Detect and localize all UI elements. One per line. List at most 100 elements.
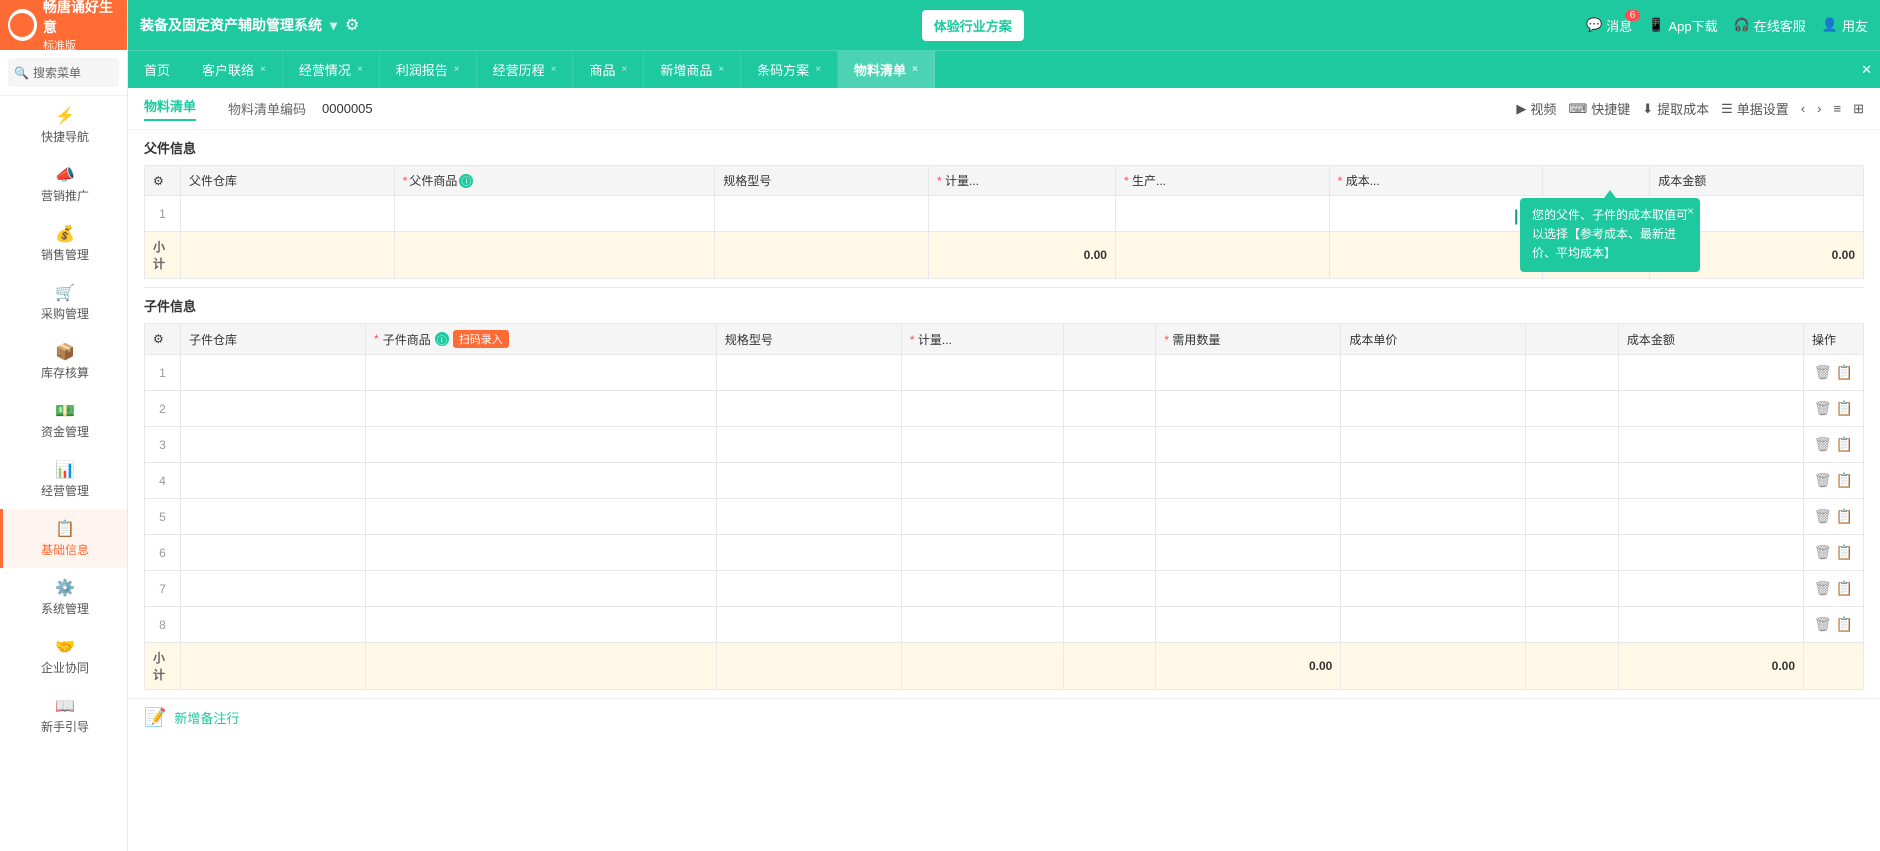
child-spec-cell[interactable] <box>716 607 901 643</box>
child-unit-cost-cell[interactable] <box>1341 463 1526 499</box>
tab-profit[interactable]: 利润报告 × <box>380 51 477 89</box>
child-warehouse-cell[interactable] <box>181 535 366 571</box>
child-warehouse-cell[interactable] <box>181 391 366 427</box>
child-spec-cell[interactable] <box>716 427 901 463</box>
delete-row-button[interactable]: 🗑 <box>1814 616 1832 633</box>
tooltip-close-button[interactable]: × <box>1687 202 1694 221</box>
sidebar-item-guide[interactable]: 📖 新手引导 <box>0 686 127 745</box>
delete-row-button[interactable]: 🗑 <box>1814 580 1832 597</box>
child-unit-cost-cell[interactable] <box>1341 571 1526 607</box>
child-unit-cell[interactable] <box>901 463 1063 499</box>
tab-bom[interactable]: 物料清单 × <box>838 51 935 89</box>
sidebar-item-finance[interactable]: 💵 资金管理 <box>0 391 127 450</box>
delete-row-button[interactable]: 🗑 <box>1814 544 1832 561</box>
sidebar-item-basic-info[interactable]: 📋 基础信息 <box>0 509 127 568</box>
parent-product-cell[interactable] <box>394 196 715 232</box>
delete-row-button[interactable]: 🗑 <box>1814 472 1832 489</box>
nav-prev-button[interactable]: ‹ <box>1801 101 1805 116</box>
child-spec-cell[interactable] <box>716 463 901 499</box>
child-unit-cell[interactable] <box>901 499 1063 535</box>
parent-produce-cell[interactable] <box>1115 196 1329 232</box>
delete-row-button[interactable]: 🗑 <box>1814 508 1832 525</box>
nav-next-button[interactable]: › <box>1817 101 1821 116</box>
child-qty-cell[interactable] <box>1156 607 1341 643</box>
child-unit-cost-cell[interactable] <box>1341 607 1526 643</box>
child-spec-cell[interactable] <box>716 571 901 607</box>
tab-home[interactable]: 首页 <box>128 51 186 89</box>
dropdown-arrow-icon[interactable]: ▾ <box>330 17 337 34</box>
expand-button[interactable]: ⊞ <box>1853 101 1864 117</box>
child-product-cell[interactable] <box>366 571 717 607</box>
child-warehouse-cell[interactable] <box>181 499 366 535</box>
child-unit-cell[interactable] <box>901 535 1063 571</box>
breadcrumb-bom[interactable]: 物料清单 <box>144 96 196 121</box>
child-product-cell[interactable] <box>366 463 717 499</box>
copy-row-button[interactable]: 📋 <box>1836 364 1853 381</box>
close-all-tabs[interactable]: ✕ <box>1853 62 1880 78</box>
sidebar-item-enterprise[interactable]: 🤝 企业协同 <box>0 627 127 686</box>
sidebar-item-purchase[interactable]: 🛒 采购管理 <box>0 273 127 332</box>
tab-close-icon[interactable]: × <box>815 64 821 75</box>
delete-row-button[interactable]: 🗑 <box>1814 436 1832 453</box>
copy-row-button[interactable]: 📋 <box>1836 400 1853 417</box>
child-spec-cell[interactable] <box>716 535 901 571</box>
copy-row-button[interactable]: 📋 <box>1836 508 1853 525</box>
child-product-cell[interactable] <box>366 535 717 571</box>
child-spec-cell[interactable] <box>716 499 901 535</box>
child-qty-cell[interactable] <box>1156 535 1341 571</box>
tab-close-icon[interactable]: × <box>260 64 266 75</box>
child-unit-cost-cell[interactable] <box>1341 535 1526 571</box>
settings-gear-button[interactable]: ⚙ <box>345 15 359 35</box>
child-qty-cell[interactable] <box>1156 571 1341 607</box>
child-product-cell[interactable] <box>366 607 717 643</box>
scan-badge[interactable]: 扫码录入 <box>453 330 509 348</box>
child-product-cell[interactable] <box>366 355 717 391</box>
tab-close-icon[interactable]: × <box>912 64 918 75</box>
messages-button[interactable]: 💬 消息 6 <box>1586 16 1632 35</box>
child-unit-cost-cell[interactable] <box>1341 355 1526 391</box>
parent-cost-cell[interactable] <box>1329 196 1543 232</box>
sidebar-item-inventory[interactable]: 📦 库存核算 <box>0 332 127 391</box>
layout-list-button[interactable]: ≡ <box>1834 101 1842 116</box>
child-unit-cost-cell[interactable] <box>1341 391 1526 427</box>
tab-close-icon[interactable]: × <box>621 64 627 75</box>
sidebar-item-system[interactable]: ⚙️ 系统管理 <box>0 568 127 627</box>
tab-goods[interactable]: 商品 × <box>573 51 644 89</box>
tab-new-goods[interactable]: 新增商品 × <box>644 51 741 89</box>
child-unit-cost-cell[interactable] <box>1341 427 1526 463</box>
tab-close-icon[interactable]: × <box>551 64 557 75</box>
parent-warehouse-cell[interactable] <box>181 196 395 232</box>
app-download-button[interactable]: 📱 App下载 <box>1648 16 1717 35</box>
child-unit-cost-cell[interactable] <box>1341 499 1526 535</box>
sidebar-item-operations[interactable]: 📊 经营管理 <box>0 450 127 509</box>
sidebar-item-marketing[interactable]: 📣 营销推广 <box>0 155 127 214</box>
child-qty-cell[interactable] <box>1156 355 1341 391</box>
user-area[interactable]: 👤 用友 <box>1822 16 1868 35</box>
child-unit-cell[interactable] <box>901 355 1063 391</box>
delete-row-button[interactable]: 🗑 <box>1814 400 1832 417</box>
copy-row-button[interactable]: 📋 <box>1836 472 1853 489</box>
child-qty-cell[interactable] <box>1156 463 1341 499</box>
child-warehouse-cell[interactable] <box>181 463 366 499</box>
sidebar-item-quick-nav[interactable]: ⚡ 快捷导航 <box>0 96 127 155</box>
tab-close-icon[interactable]: × <box>357 64 363 75</box>
add-row-button[interactable]: 新增备注行 <box>174 708 239 727</box>
child-spec-cell[interactable] <box>716 391 901 427</box>
parent-spec-cell[interactable] <box>715 196 929 232</box>
child-unit-cell[interactable] <box>901 571 1063 607</box>
child-qty-cell[interactable] <box>1156 499 1341 535</box>
child-unit-cell[interactable] <box>901 427 1063 463</box>
child-unit-cell[interactable] <box>901 607 1063 643</box>
child-warehouse-cell[interactable] <box>181 427 366 463</box>
search-menu-button[interactable]: 🔍 搜索菜单 <box>8 58 119 87</box>
child-qty-cell[interactable] <box>1156 427 1341 463</box>
child-product-cell[interactable] <box>366 391 717 427</box>
tab-history[interactable]: 经营历程 × <box>477 51 574 89</box>
copy-row-button[interactable]: 📋 <box>1836 436 1853 453</box>
extract-cost-button[interactable]: ⬇ 提取成本 <box>1642 99 1709 118</box>
tab-barcode[interactable]: 条码方案 × <box>741 51 838 89</box>
view-video-button[interactable]: ▶ 视频 <box>1516 99 1556 118</box>
online-service-button[interactable]: 🎧 在线客服 <box>1734 16 1806 35</box>
tab-customer[interactable]: 客户联络 × <box>186 51 283 89</box>
child-unit-cell[interactable] <box>901 391 1063 427</box>
